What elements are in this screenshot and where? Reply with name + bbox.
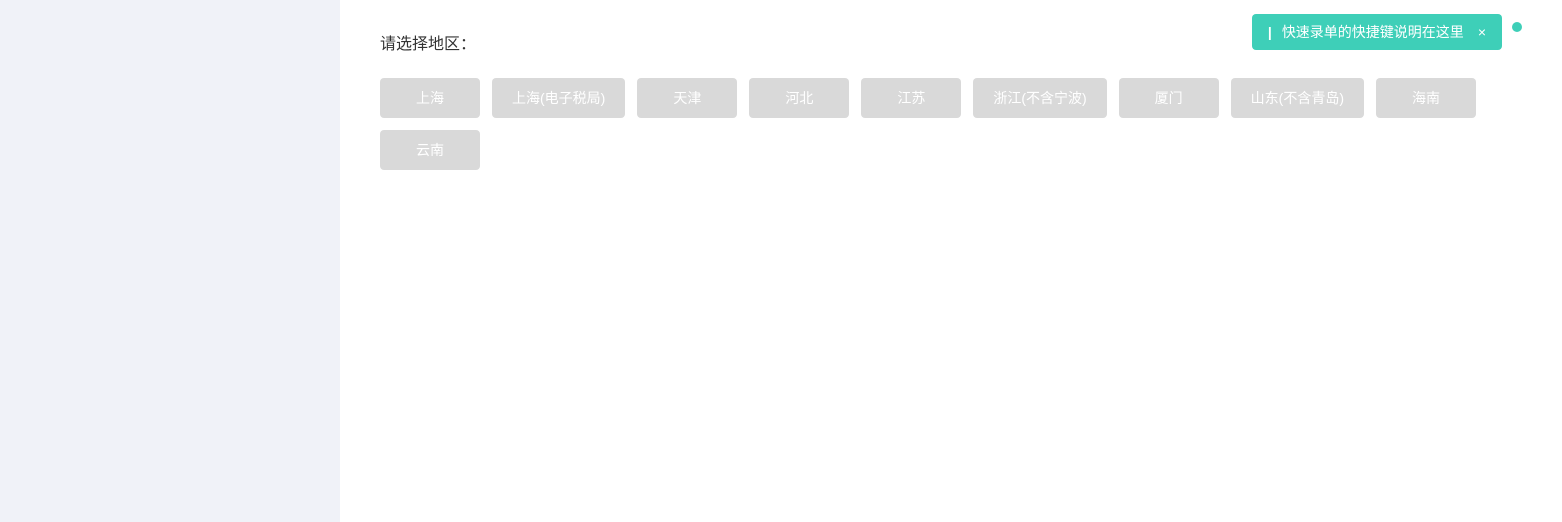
region-button-hainan[interactable]: 海南 — [1376, 78, 1476, 118]
region-button-shanghai[interactable]: 上海 — [380, 78, 480, 118]
tooltip-text: 快速录单的快捷键说明在这里 — [1282, 22, 1464, 42]
left-sidebar — [0, 0, 340, 522]
region-button-hebei[interactable]: 河北 — [749, 78, 849, 118]
tooltip-close-button[interactable]: × — [1478, 24, 1486, 40]
region-button-shanghai-etax[interactable]: 上海(电子税局) — [492, 78, 625, 118]
main-content: 请选择地区： 上海上海(电子税局)天津河北江苏浙江(不含宁波)厦门山东(不含青岛… — [340, 0, 1562, 522]
region-button-zhejiang[interactable]: 浙江(不含宁波) — [973, 78, 1106, 118]
region-button-jiangsu[interactable]: 江苏 — [861, 78, 961, 118]
region-button-xiamen[interactable]: 厦门 — [1119, 78, 1219, 118]
region-button-tianjin[interactable]: 天津 — [637, 78, 737, 118]
region-buttons: 上海上海(电子税局) 天津河北江苏浙江(不含宁波) 厦门山东(不含青岛) 海南云南 — [380, 78, 1522, 170]
tooltip-dot — [1512, 22, 1522, 32]
region-button-yunnan[interactable]: 云南 — [380, 130, 480, 170]
tooltip-banner: 快速录单的快捷键说明在这里 × — [1252, 14, 1502, 50]
region-button-shandong[interactable]: 山东(不含青岛) — [1231, 78, 1364, 118]
